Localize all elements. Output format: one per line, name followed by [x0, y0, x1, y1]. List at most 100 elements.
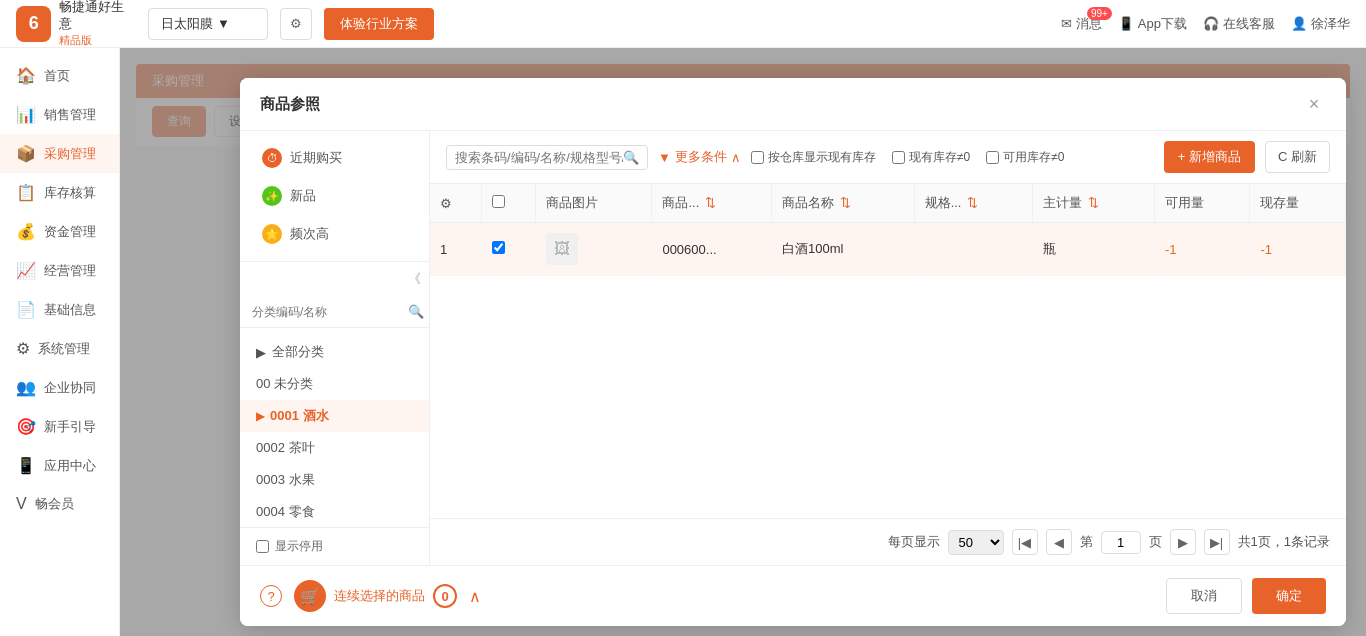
footer-collapse-button[interactable]: ∧: [469, 587, 481, 606]
help-button[interactable]: ?: [260, 585, 282, 607]
page-input[interactable]: [1101, 531, 1141, 554]
logo-text: 畅捷通好生意: [59, 0, 136, 33]
th-spec[interactable]: 规格... ⇅: [914, 184, 1032, 223]
company-dropdown[interactable]: 日太阳膜 ▼: [148, 8, 268, 40]
table-settings-icon[interactable]: ⚙: [440, 196, 452, 211]
messages-btn[interactable]: ✉ 消息 99+: [1061, 15, 1102, 33]
product-search-input[interactable]: [455, 150, 623, 165]
chevron-down-icon: ▼: [217, 16, 230, 31]
refresh-button[interactable]: C 刷新: [1265, 141, 1330, 173]
logo-icon: 6: [16, 6, 51, 42]
sidebar-item-sales[interactable]: 📊 销售管理: [0, 95, 119, 134]
sidebar-item-apps[interactable]: 📱 应用中心: [0, 446, 119, 485]
sidebar: 🏠 首页 📊 销售管理 📦 采购管理 📋 库存核算 💰 资金管理 📈 经营管理 …: [0, 48, 120, 636]
sidebar-item-system[interactable]: ⚙ 系统管理: [0, 329, 119, 368]
last-page-btn[interactable]: ▶|: [1204, 529, 1230, 555]
th-stock[interactable]: 现存量: [1250, 184, 1346, 223]
th-image[interactable]: 商品图片: [536, 184, 652, 223]
td-unit: 瓶: [1033, 223, 1155, 276]
th-code[interactable]: 商品... ⇅: [652, 184, 772, 223]
page-label: 第: [1080, 533, 1093, 551]
checkbox-current-stock[interactable]: 现有库存≠0: [892, 149, 970, 166]
category-00[interactable]: 00 未分类: [240, 368, 429, 400]
category-search-input[interactable]: [252, 305, 402, 319]
new-products-icon: ✨: [262, 186, 282, 206]
category-all[interactable]: ▶ 全部分类: [240, 336, 429, 368]
cancel-button[interactable]: 取消: [1166, 578, 1242, 614]
select-all-checkbox[interactable]: [492, 195, 505, 208]
show-disabled-checkbox[interactable]: [256, 540, 269, 553]
th-available[interactable]: 可用量: [1155, 184, 1250, 223]
product-table: ⚙ 商品图片 商品...: [430, 184, 1346, 276]
sidebar-item-basic[interactable]: 📄 基础信息: [0, 290, 119, 329]
filter-icon: ▼: [658, 150, 671, 165]
td-stock: -1: [1250, 223, 1346, 276]
prev-page-btn[interactable]: ◀: [1046, 529, 1072, 555]
online-service-btn[interactable]: 🎧 在线客服: [1203, 15, 1275, 33]
dialog-title: 商品参照: [260, 95, 320, 114]
cart-icon[interactable]: 🛒: [294, 580, 326, 612]
settings-icon[interactable]: ⚙: [280, 8, 312, 40]
cart-area: 🛒 连续选择的商品 0: [294, 580, 457, 612]
filter-more-button[interactable]: ▼ 更多条件 ∧: [658, 148, 741, 166]
show-disabled-area: 显示停用: [240, 527, 429, 565]
td-checkbox[interactable]: [482, 223, 536, 276]
app-download-btn[interactable]: 📱 App下载: [1118, 15, 1187, 33]
new-products-item[interactable]: ✨ 新品: [252, 179, 417, 213]
nav-right: ✉ 消息 99+ 📱 App下载 🎧 在线客服 👤 徐泽华: [1061, 15, 1350, 33]
category-search-icon[interactable]: 🔍: [408, 304, 424, 319]
dialog-close-button[interactable]: ×: [1302, 92, 1326, 116]
first-page-btn[interactable]: |◀: [1012, 529, 1038, 555]
sidebar-item-vip[interactable]: V 畅会员: [0, 485, 119, 523]
sort-name-icon: ⇅: [840, 195, 851, 210]
th-gear[interactable]: ⚙: [430, 184, 482, 223]
add-product-button[interactable]: + 新增商品: [1164, 141, 1255, 173]
recent-purchase-item[interactable]: ⏱ 近期购买: [252, 141, 417, 175]
trial-button[interactable]: 体验行业方案: [324, 8, 434, 40]
category-0002[interactable]: 0002 茶叶: [240, 432, 429, 464]
per-page-select[interactable]: 50 100 200: [948, 530, 1004, 555]
toolbar-row: 🔍 ▼ 更多条件 ∧ 按仓库显示现有库存: [430, 131, 1346, 184]
checkbox-available-stock[interactable]: 可用库存≠0: [986, 149, 1064, 166]
th-name[interactable]: 商品名称 ⇅: [772, 184, 915, 223]
sidebar-item-business[interactable]: 📈 经营管理: [0, 251, 119, 290]
frequent-item[interactable]: ⭐ 频次高: [252, 217, 417, 251]
checkbox-warehouse-stock[interactable]: 按仓库显示现有库存: [751, 149, 876, 166]
message-icon: ✉: [1061, 16, 1072, 31]
sidebar-item-home[interactable]: 🏠 首页: [0, 56, 119, 95]
collapse-icon: 《: [408, 270, 421, 288]
footer-actions: 取消 确定: [1166, 578, 1326, 614]
guide-icon: 🎯: [16, 417, 36, 436]
td-available: -1: [1155, 223, 1250, 276]
sidebar-item-guide[interactable]: 🎯 新手引导: [0, 407, 119, 446]
inventory-icon: 📋: [16, 183, 36, 202]
category-0003[interactable]: 0003 水果: [240, 464, 429, 496]
row-checkbox[interactable]: [492, 241, 505, 254]
confirm-button[interactable]: 确定: [1252, 578, 1326, 614]
table-row[interactable]: 1 🖼 000600... 白酒100ml: [430, 223, 1346, 276]
user-avatar[interactable]: 👤 徐泽华: [1291, 15, 1350, 33]
th-unit[interactable]: 主计量 ⇅: [1033, 184, 1155, 223]
right-panel: 🔍 ▼ 更多条件 ∧ 按仓库显示现有库存: [430, 131, 1346, 565]
category-0004[interactable]: 0004 零食: [240, 496, 429, 527]
td-image: 🖼: [536, 223, 652, 276]
expand-all-icon: ▶: [256, 345, 266, 360]
td-name: 白酒100ml: [772, 223, 915, 276]
search-icon[interactable]: 🔍: [623, 150, 639, 165]
cart-label: 连续选择的商品: [334, 587, 425, 605]
messages-badge: 99+: [1087, 7, 1112, 20]
category-0001[interactable]: ▶ 0001 酒水: [240, 400, 429, 432]
recent-purchase-icon: ⏱: [262, 148, 282, 168]
system-icon: ⚙: [16, 339, 30, 358]
apps-icon: 📱: [16, 456, 36, 475]
collab-icon: 👥: [16, 378, 36, 397]
sidebar-item-finance[interactable]: 💰 资金管理: [0, 212, 119, 251]
cart-count-badge: 0: [433, 584, 457, 608]
th-checkbox[interactable]: [482, 184, 536, 223]
user-icon: 👤: [1291, 16, 1307, 31]
sidebar-item-collab[interactable]: 👥 企业协同: [0, 368, 119, 407]
collapse-button[interactable]: 《: [248, 270, 421, 288]
sidebar-item-purchase[interactable]: 📦 采购管理: [0, 134, 119, 173]
sidebar-item-inventory[interactable]: 📋 库存核算: [0, 173, 119, 212]
next-page-btn[interactable]: ▶: [1170, 529, 1196, 555]
